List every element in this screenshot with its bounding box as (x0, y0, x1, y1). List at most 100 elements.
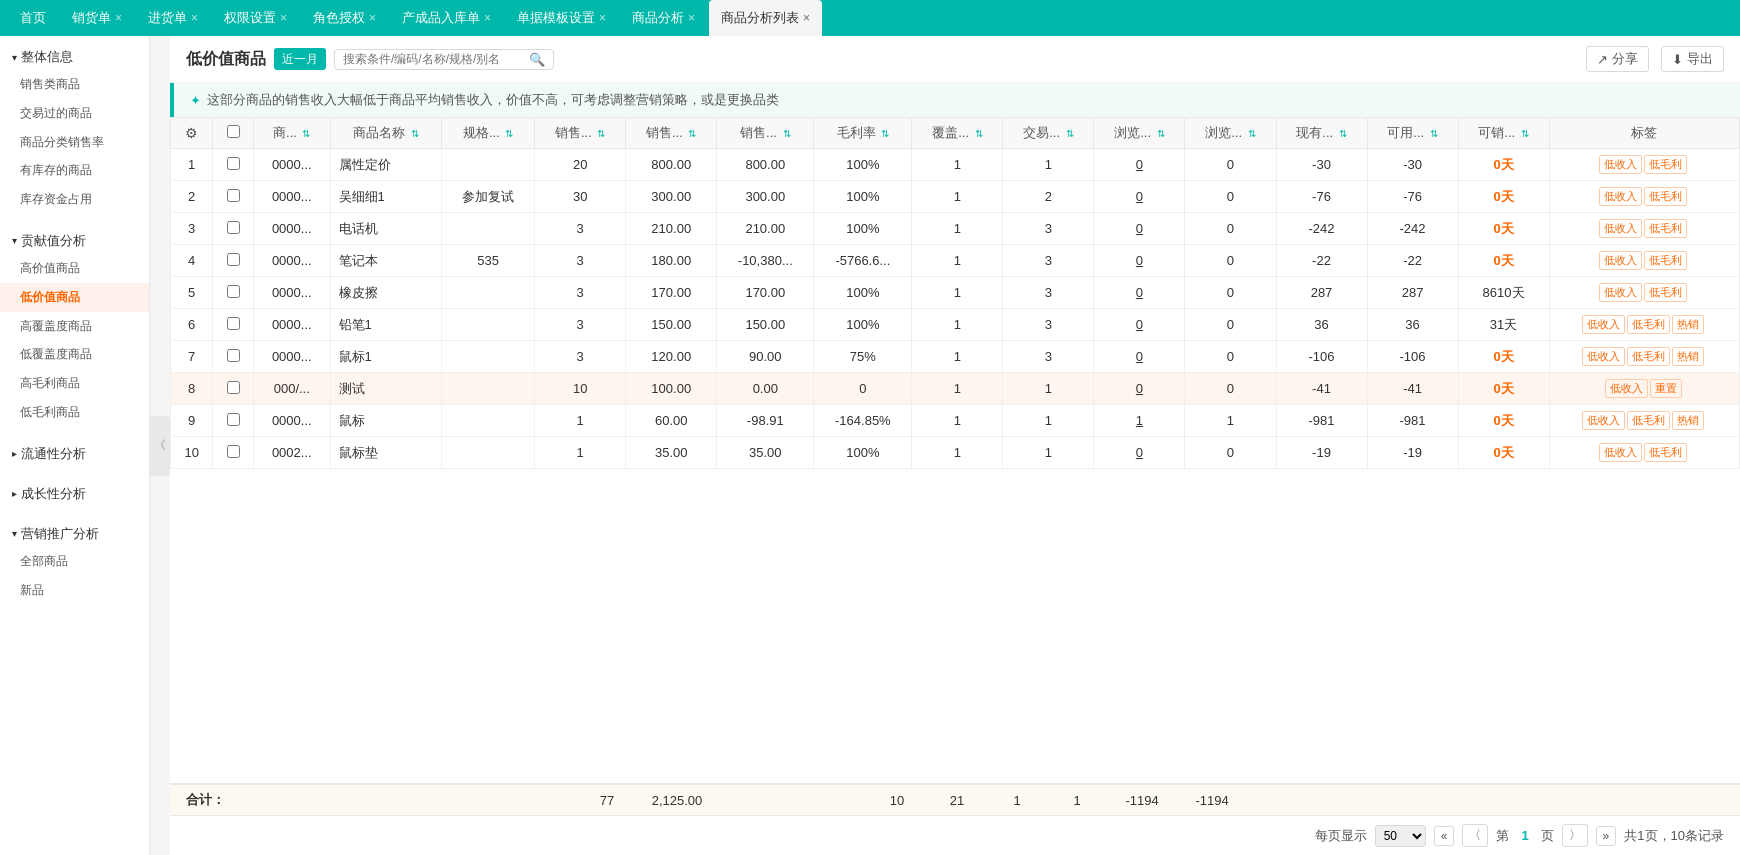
last-page-button[interactable]: » (1596, 826, 1617, 846)
row-checkbox[interactable] (227, 381, 240, 394)
sidebar-item-low-profit[interactable]: 低毛利商品 (0, 398, 149, 427)
cell-sale-profit: -10,380... (717, 245, 814, 277)
per-page-select[interactable]: 50 100 200 (1375, 825, 1426, 847)
nav-role-auth[interactable]: 角色授权 × (301, 0, 388, 36)
sidebar-group-title-circulation[interactable]: ▸ 流通性分析 (0, 439, 149, 467)
sidebar-group-title-contribution[interactable]: ▾ 贡献值分析 (0, 226, 149, 254)
browse-link[interactable]: 0 (1136, 285, 1143, 300)
sidebar-item-high-coverage[interactable]: 高覆盖度商品 (0, 312, 149, 341)
search-icon[interactable]: 🔍 (529, 52, 545, 67)
nav-close-role-auth[interactable]: × (369, 11, 376, 25)
sidebar-item-low-coverage[interactable]: 低覆盖度商品 (0, 340, 149, 369)
browse-link[interactable]: 0 (1136, 221, 1143, 236)
nav-product-analysis[interactable]: 商品分析 × (620, 0, 707, 36)
sidebar-item-high-profit[interactable]: 高毛利商品 (0, 369, 149, 398)
content-area: 低价值商品 近一月 🔍 ↗ 分享 ⬇ 导出 ✦ 这部分商品的销售收入大幅低于商品… (170, 36, 1740, 855)
gear-button[interactable]: ⚙ (185, 125, 198, 141)
export-button[interactable]: ⬇ 导出 (1661, 46, 1724, 72)
nav-close-product-analysis[interactable]: × (688, 11, 695, 25)
table-row: 2 0000... 吴细细1 参加复试 30 300.00 300.00 100… (171, 181, 1740, 213)
sidebar-group-title-marketing[interactable]: ▾ 营销推广分析 (0, 519, 149, 547)
row-checkbox[interactable] (227, 221, 240, 234)
cell-sale-qty: 1 (535, 405, 626, 437)
row-checkbox[interactable] (227, 445, 240, 458)
sidebar-item-new-products[interactable]: 新品 (0, 576, 149, 605)
col-sale-price: 销售... ⇅ (626, 118, 717, 149)
cell-available: -242 (1367, 213, 1458, 245)
search-input[interactable] (343, 52, 523, 66)
cell-spec (442, 149, 535, 181)
sidebar-item-sales-products[interactable]: 销售类商品 (0, 70, 149, 99)
col-checkbox[interactable] (213, 118, 253, 149)
sidebar-item-traded-products[interactable]: 交易过的商品 (0, 99, 149, 128)
sidebar-group-circulation: ▸ 流通性分析 (0, 433, 149, 473)
nav-close-template-settings[interactable]: × (599, 11, 606, 25)
period-button[interactable]: 近一月 (274, 48, 326, 70)
browse-link[interactable]: 0 (1136, 157, 1143, 172)
sidebar-item-inventory-capital[interactable]: 库存资金占用 (0, 185, 149, 214)
cell-checkbox[interactable] (213, 181, 253, 213)
sidebar-item-category-sales-rate[interactable]: 商品分类销售率 (0, 128, 149, 157)
cell-tags: 低收入低毛利 (1549, 437, 1739, 469)
row-checkbox[interactable] (227, 317, 240, 330)
col-browse1: 浏览... ⇅ (1094, 118, 1185, 149)
browse-link[interactable]: 0 (1136, 349, 1143, 364)
col-tags: 标签 (1549, 118, 1739, 149)
sidebar-group-title-overall[interactable]: ▾ 整体信息 (0, 42, 149, 70)
col-gear[interactable]: ⚙ (171, 118, 213, 149)
prev-page-button[interactable]: 〈 (1462, 824, 1488, 847)
cell-checkbox[interactable] (213, 341, 253, 373)
cell-checkbox[interactable] (213, 437, 253, 469)
tag: 热销 (1672, 315, 1704, 334)
search-box: 🔍 (334, 49, 554, 70)
nav-close-sales-order[interactable]: × (115, 11, 122, 25)
sidebar-item-all-products[interactable]: 全部商品 (0, 547, 149, 576)
cell-checkbox[interactable] (213, 309, 253, 341)
cell-name: 测试 (330, 373, 442, 405)
share-button[interactable]: ↗ 分享 (1586, 46, 1649, 72)
nav-purchase-order[interactable]: 进货单 × (136, 0, 210, 36)
nav-close-permissions[interactable]: × (280, 11, 287, 25)
select-all-checkbox[interactable] (227, 125, 240, 138)
next-page-button[interactable]: 〉 (1562, 824, 1588, 847)
cell-name: 笔记本 (330, 245, 442, 277)
sidebar-collapse-button[interactable]: 《 (150, 416, 170, 476)
row-checkbox[interactable] (227, 189, 240, 202)
cell-sale-price: 60.00 (626, 405, 717, 437)
cell-checkbox[interactable] (213, 277, 253, 309)
sidebar-item-high-value[interactable]: 高价值商品 (0, 254, 149, 283)
nav-permissions[interactable]: 权限设置 × (212, 0, 299, 36)
cell-browse1: 0 (1094, 213, 1185, 245)
row-checkbox[interactable] (227, 253, 240, 266)
cell-checkbox[interactable] (213, 245, 253, 277)
cell-checkbox[interactable] (213, 213, 253, 245)
nav-product-storage[interactable]: 产成品入库单 × (390, 0, 503, 36)
browse-link[interactable]: 0 (1136, 317, 1143, 332)
browse-link[interactable]: 0 (1136, 253, 1143, 268)
row-checkbox[interactable] (227, 349, 240, 362)
sidebar-group-title-growth[interactable]: ▸ 成长性分析 (0, 479, 149, 507)
row-checkbox[interactable] (227, 413, 240, 426)
chevron-down-icon: ▾ (12, 52, 17, 63)
row-checkbox[interactable] (227, 285, 240, 298)
browse-link[interactable]: 0 (1136, 189, 1143, 204)
nav-close-purchase-order[interactable]: × (191, 11, 198, 25)
nav-close-product-storage[interactable]: × (484, 11, 491, 25)
browse-link[interactable]: 0 (1136, 445, 1143, 460)
row-checkbox[interactable] (227, 157, 240, 170)
nav-template-settings[interactable]: 单据模板设置 × (505, 0, 618, 36)
nav-home[interactable]: 首页 (8, 0, 58, 36)
cell-code: 0000... (253, 309, 330, 341)
browse-link[interactable]: 1 (1136, 413, 1143, 428)
cell-spec (442, 341, 535, 373)
sidebar-item-low-value[interactable]: 低价值商品 (0, 283, 149, 312)
cell-checkbox[interactable] (213, 149, 253, 181)
browse-link[interactable]: 0 (1136, 381, 1143, 396)
sidebar-item-stocked-products[interactable]: 有库存的商品 (0, 156, 149, 185)
nav-close-product-analysis-list[interactable]: × (803, 11, 810, 25)
first-page-button[interactable]: « (1434, 826, 1455, 846)
nav-sales-order[interactable]: 销货单 × (60, 0, 134, 36)
cell-checkbox[interactable] (213, 405, 253, 437)
nav-product-analysis-list[interactable]: 商品分析列表 × (709, 0, 822, 36)
cell-checkbox[interactable] (213, 373, 253, 405)
